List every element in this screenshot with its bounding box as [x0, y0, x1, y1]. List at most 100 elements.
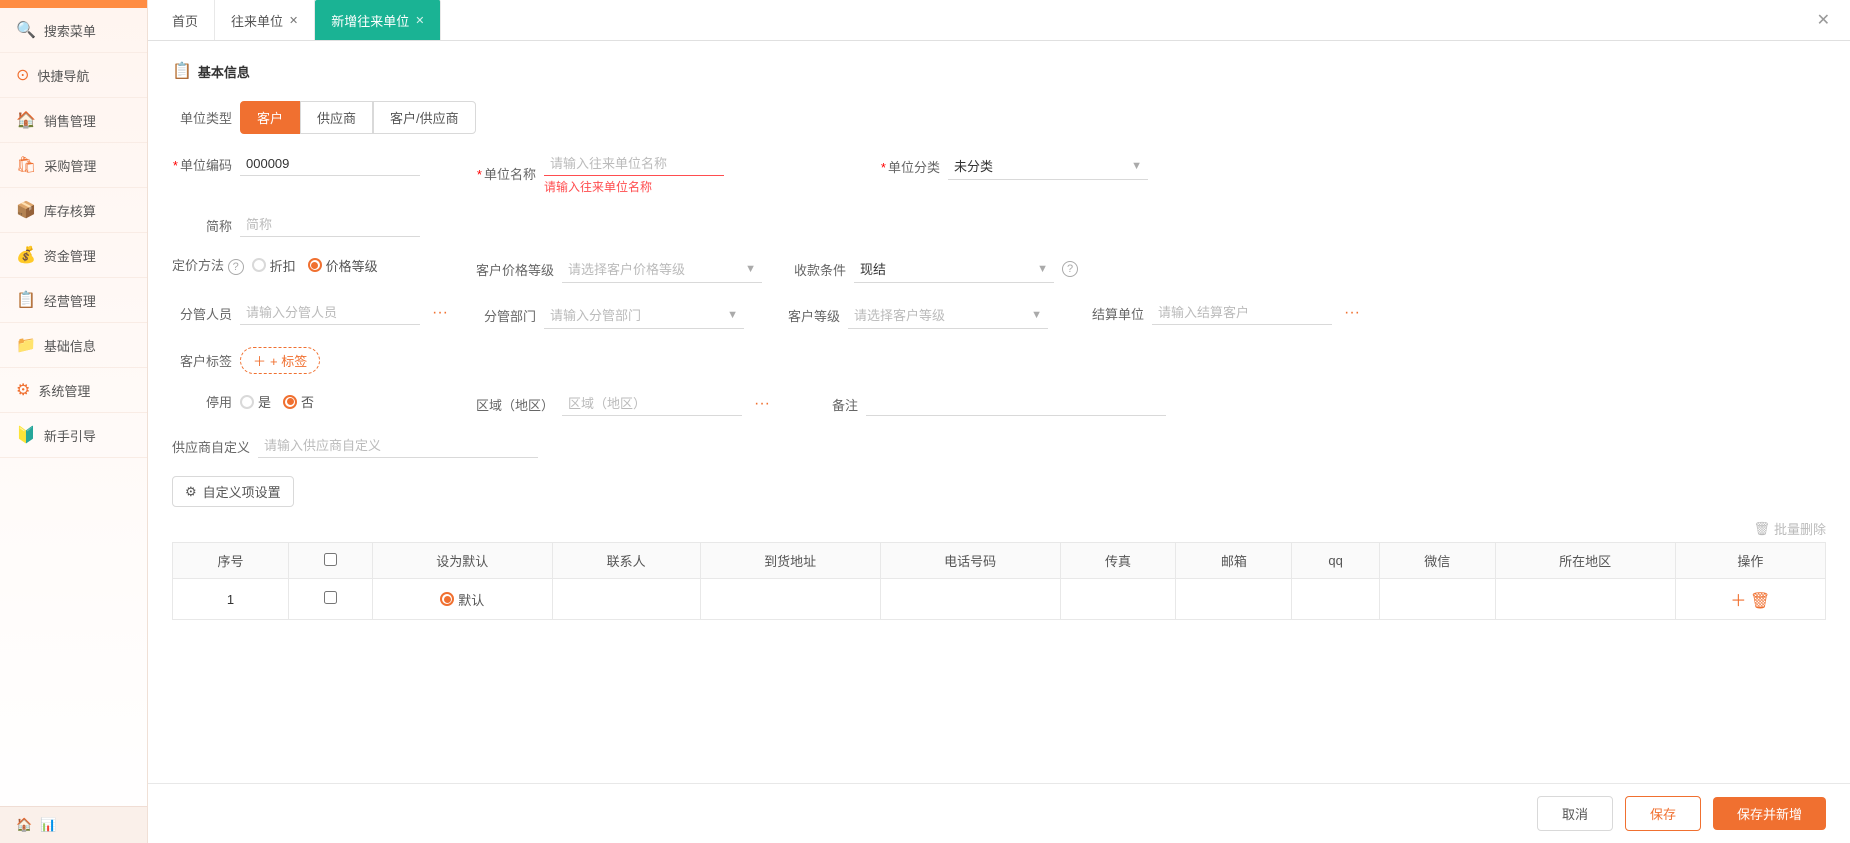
main-area: 首页 往来单位 ✕ 新增往来单位 ✕ ✕ 📋 基本信息 单位类型 客户 — [148, 0, 1850, 843]
col-contact: 联系人 — [552, 543, 700, 579]
radio-yes[interactable]: 是 — [240, 392, 271, 411]
chevron-down-icon: ▼ — [1131, 160, 1142, 172]
unit-code-field: *单位编码 — [172, 152, 452, 176]
row-default-radio[interactable]: 默认 — [383, 590, 542, 609]
tab-partner-list-close[interactable]: ✕ — [289, 14, 298, 27]
price-level-select[interactable]: 请选择客户价格等级 ▼ — [562, 255, 762, 283]
sidebar-item-inventory[interactable]: 📦 库存核算 — [0, 188, 147, 233]
remark-input[interactable] — [866, 392, 1166, 416]
col-default: 设为默认 — [372, 543, 552, 579]
custom-settings-button[interactable]: ⚙ 自定义项设置 — [172, 476, 294, 507]
sidebar-item-system[interactable]: ⚙ 系统管理 — [0, 368, 147, 413]
unit-type-label: 单位类型 — [172, 108, 232, 127]
save-new-button[interactable]: 保存并新增 — [1713, 797, 1826, 830]
cell-qq — [1292, 579, 1379, 620]
sidebar-label-operation: 经营管理 — [44, 291, 96, 310]
disabled-row: 停用 是 否 区 — [172, 392, 1826, 416]
tab-partner-new-close[interactable]: ✕ — [415, 14, 424, 27]
gear-icon: ⚙ — [185, 484, 197, 500]
pricing-help-icon[interactable]: ? — [228, 259, 244, 275]
tag-field: 客户标签 ＋ + 标签 — [172, 347, 452, 374]
tab-bar-close-button[interactable]: ✕ — [1805, 10, 1842, 30]
payment-condition-select[interactable]: 现结 ▼ — [854, 255, 1054, 283]
remark-label: 备注 — [798, 395, 858, 414]
row-checkbox[interactable] — [324, 591, 337, 604]
radio-price-level[interactable]: 价格等级 — [308, 256, 378, 275]
unit-code-input[interactable] — [240, 152, 420, 176]
add-row-button[interactable]: ＋ — [1730, 587, 1746, 611]
radio-dot-price-level — [311, 262, 318, 269]
payment-condition-value: 现结 — [860, 259, 886, 278]
customer-level-field: 客户等级 请选择客户等级 ▼ — [780, 301, 1060, 329]
supplier-custom-row: 供应商自定义 — [172, 434, 1826, 458]
sidebar: 🔍 搜索菜单 ⊙ 快捷导航 🏠 销售管理 🛍 采购管理 📦 库存核算 💰 资金管… — [0, 0, 148, 843]
dept-label: 分管部门 — [476, 306, 536, 325]
unit-category-select[interactable]: 未分类 ▼ — [948, 152, 1148, 180]
btn-customer[interactable]: 客户 — [240, 101, 300, 134]
select-all-checkbox[interactable] — [324, 553, 337, 566]
disabled-label: 停用 — [172, 392, 232, 411]
tag-label: 客户标签 — [172, 351, 232, 370]
supplier-custom-input[interactable] — [258, 434, 538, 458]
tag-row: 客户标签 ＋ + 标签 — [172, 347, 1826, 374]
tab-home[interactable]: 首页 — [156, 0, 215, 40]
tab-partner-list[interactable]: 往来单位 ✕ — [215, 0, 315, 40]
sidebar-item-search[interactable]: 🔍 搜索菜单 — [0, 8, 147, 53]
manager-more-icon[interactable]: ··· — [428, 304, 452, 322]
sidebar-item-purchase[interactable]: 🛍 采购管理 — [0, 143, 147, 188]
region-field: 区域（地区） ··· — [476, 392, 774, 416]
btn-both[interactable]: 客户/供应商 — [373, 101, 476, 134]
sidebar-item-finance[interactable]: 💰 资金管理 — [0, 233, 147, 278]
col-no: 序号 — [173, 543, 289, 579]
sidebar-label-sales: 销售管理 — [44, 111, 96, 130]
cancel-button[interactable]: 取消 — [1537, 796, 1613, 831]
quicknav-icon: ⊙ — [16, 65, 29, 85]
abbr-input[interactable] — [240, 213, 420, 237]
tab-partner-list-label: 往来单位 — [231, 11, 283, 30]
action-bar: 取消 保存 保存并新增 — [148, 783, 1850, 843]
manager-input[interactable] — [240, 301, 420, 325]
pricing-method-field: 定价方法 ? 折扣 价格等级 — [172, 255, 452, 275]
sidebar-item-basic[interactable]: 📁 基础信息 — [0, 323, 147, 368]
settlement-input[interactable] — [1152, 301, 1332, 325]
batch-delete-label[interactable]: 批量删除 — [1774, 519, 1826, 538]
save-button[interactable]: 保存 — [1625, 796, 1701, 831]
col-region: 所在地区 — [1495, 543, 1675, 579]
manager-label: 分管人员 — [172, 304, 232, 323]
search-icon: 🔍 — [16, 20, 36, 40]
chevron-level-icon: ▼ — [1031, 309, 1042, 321]
dept-select[interactable]: 请输入分管部门 ▼ — [544, 301, 744, 329]
btn-supplier[interactable]: 供应商 — [300, 101, 373, 134]
chart-bottom-icon[interactable]: 📊 — [40, 817, 56, 833]
table-row: 1 默认 — [173, 579, 1826, 620]
sidebar-item-quicknav[interactable]: ⊙ 快捷导航 — [0, 53, 147, 98]
customer-level-select[interactable]: 请选择客户等级 ▼ — [848, 301, 1048, 329]
unit-type-row: 单位类型 客户 供应商 客户/供应商 — [172, 101, 1826, 134]
custom-settings-label: 自定义项设置 — [203, 482, 281, 501]
tab-partner-new[interactable]: 新增往来单位 ✕ — [315, 0, 441, 40]
inventory-icon: 📦 — [16, 200, 36, 220]
cell-no: 1 — [173, 579, 289, 620]
customer-level-placeholder: 请选择客户等级 — [854, 305, 945, 324]
add-tag-label: + 标签 — [270, 351, 307, 370]
unit-category-value: 未分类 — [954, 156, 993, 175]
system-icon: ⚙ — [16, 380, 30, 400]
radio-no[interactable]: 否 — [283, 392, 314, 411]
settlement-more-icon[interactable]: ··· — [1340, 304, 1364, 322]
del-row-button[interactable]: 🗑 — [1750, 591, 1770, 611]
home-bottom-icon[interactable]: 🏠 — [16, 817, 32, 833]
region-input[interactable] — [562, 392, 742, 416]
sidebar-label-finance: 资金管理 — [44, 246, 96, 265]
sidebar-item-guide[interactable]: 🔰 新手引导 — [0, 413, 147, 458]
tag-plus-icon: ＋ — [253, 351, 266, 370]
dept-field: 分管部门 请输入分管部门 ▼ — [476, 301, 756, 329]
region-more-icon[interactable]: ··· — [750, 395, 774, 413]
unit-name-input[interactable] — [544, 152, 724, 176]
sidebar-item-sales[interactable]: 🏠 销售管理 — [0, 98, 147, 143]
sidebar-label-basic: 基础信息 — [44, 336, 96, 355]
add-tag-button[interactable]: ＋ + 标签 — [240, 347, 320, 374]
radio-discount[interactable]: 折扣 — [252, 256, 296, 275]
sidebar-item-operation[interactable]: 📋 经营管理 — [0, 278, 147, 323]
chevron-price-icon: ▼ — [745, 263, 756, 275]
payment-help-icon[interactable]: ? — [1062, 261, 1078, 277]
